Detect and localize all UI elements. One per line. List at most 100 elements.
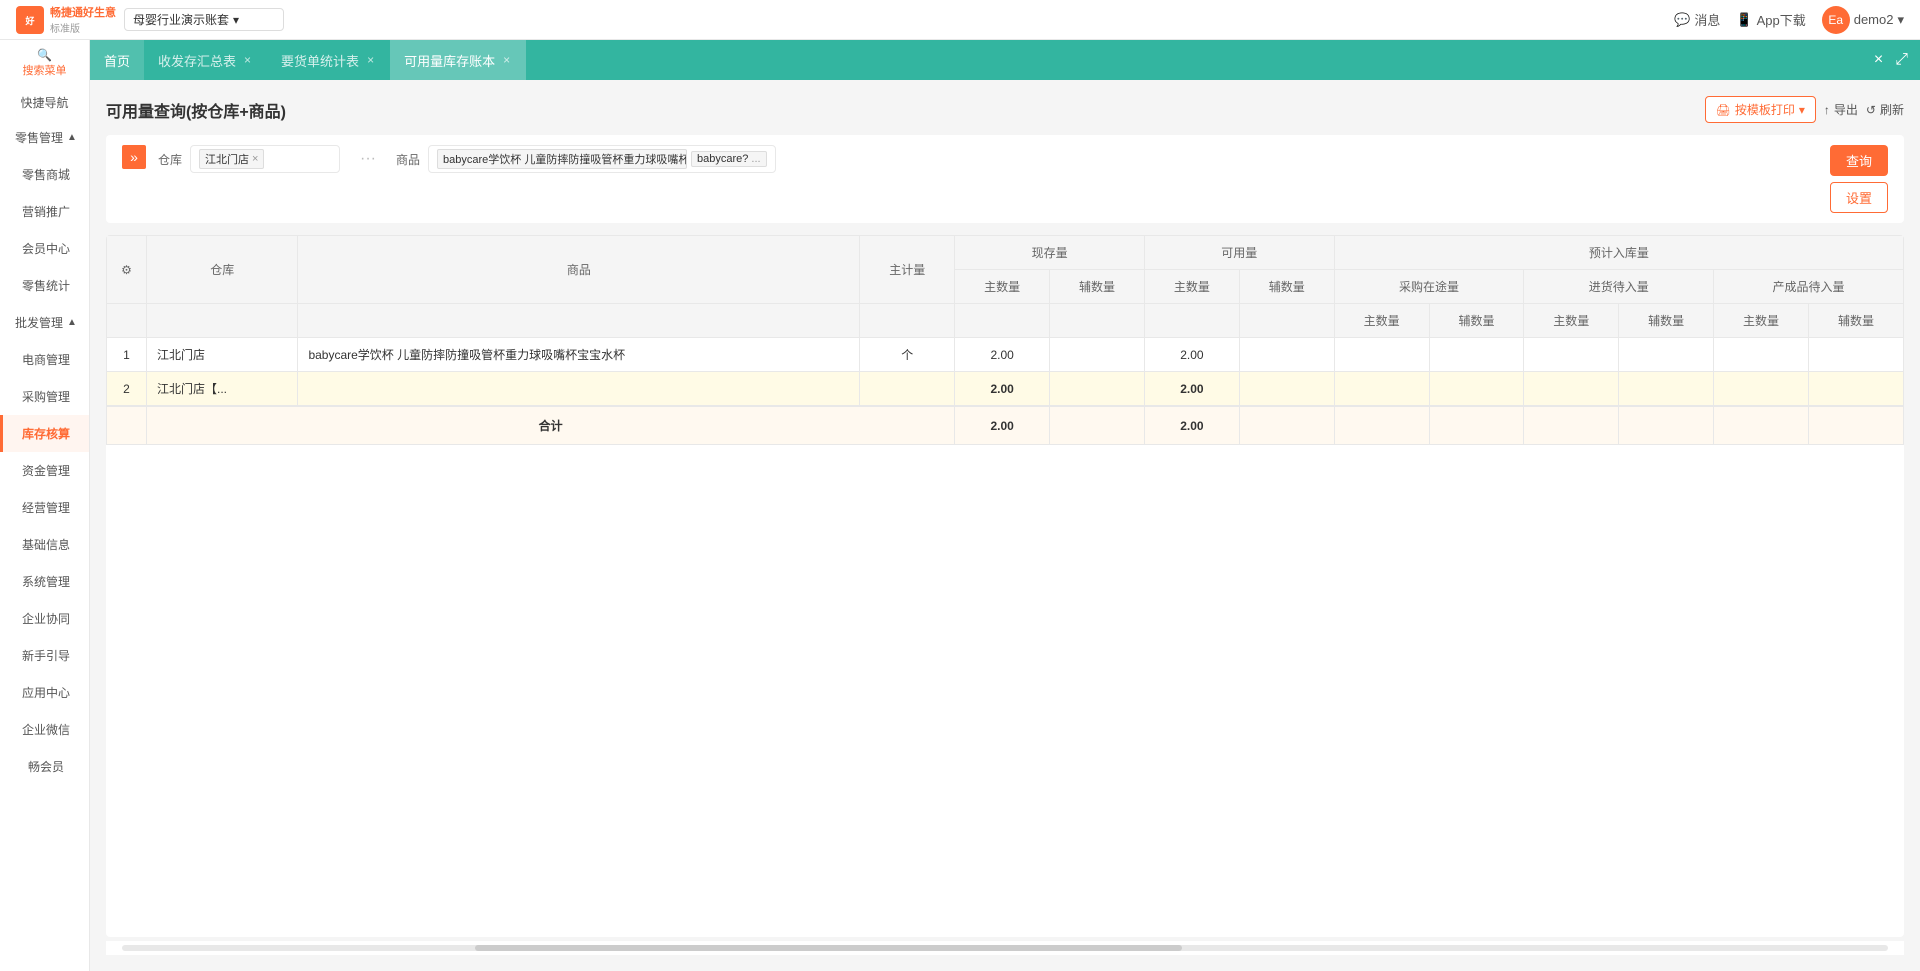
warehouse-input[interactable]: 江北门店 × <box>190 145 340 173</box>
sidebar-search[interactable]: 🔍 搜索菜单 <box>0 40 89 86</box>
product-filter: 商品 babycare学饮杯 儿童防摔防撞吸管杯重力球吸嘴杯宝宝水杯 × bab… <box>396 145 776 173</box>
row1-p3-aux <box>1808 338 1903 372</box>
empty-header-6 <box>1050 304 1145 338</box>
scroll-track[interactable] <box>122 945 1888 951</box>
tab-close-receive-summary[interactable]: × <box>242 51 253 69</box>
refresh-icon: ↺ <box>1866 103 1876 117</box>
settings-button[interactable]: 设置 <box>1830 182 1888 213</box>
sidebar-item-purchase[interactable]: 采购管理 <box>0 378 89 415</box>
product-tag2-close-icon[interactable]: ... <box>751 153 760 165</box>
sidebar-item-member2[interactable]: 畅会员 <box>0 748 89 785</box>
tab-window-actions: × ⤢ <box>1862 40 1920 80</box>
warehouse-tag: 江北门店 × <box>199 149 264 169</box>
sidebar-item-newbie[interactable]: 新手引导 <box>0 637 89 674</box>
sidebar-item-inventory[interactable]: 库存核算 <box>0 415 89 452</box>
sidebar-item-system[interactable]: 系统管理 <box>0 563 89 600</box>
export-button[interactable]: ↑ 导出 <box>1824 101 1858 118</box>
enterprise-selector[interactable]: 母婴行业演示账套 ▾ <box>124 8 284 31</box>
footer-empty1 <box>107 406 147 445</box>
sidebar-item-enterprise-wechat[interactable]: 企业微信 <box>0 711 89 748</box>
empty-header-3 <box>298 304 860 338</box>
sidebar-item-member[interactable]: 会员中心 <box>0 230 89 267</box>
page-title: 可用量查询(按仓库+商品) <box>106 98 286 122</box>
footer-p2-main <box>1524 406 1619 445</box>
row1-current-aux <box>1050 338 1145 372</box>
available-aux-qty-header: 辅数量 <box>1239 270 1334 304</box>
tag-close-icon[interactable]: × <box>252 153 258 165</box>
print-icon: 🖨 <box>1716 103 1731 117</box>
settings-col-header[interactable]: ⚙ <box>107 236 147 304</box>
table-row: 1 江北门店 babycare学饮杯 儿童防摔防撞吸管杯重力球吸嘴杯宝宝水杯 个… <box>107 338 1904 372</box>
logo-area: 好 畅捷通好生意 标准版 <box>16 4 116 35</box>
empty-header-1 <box>107 304 147 338</box>
planned-in-col-header: 预计入库量 <box>1334 236 1903 270</box>
empty-header-5 <box>955 304 1050 338</box>
sub-aux-qty-2: 辅数量 <box>1619 304 1714 338</box>
sub-main-qty-2: 主数量 <box>1524 304 1619 338</box>
tab-available-ledger[interactable]: 可用量库存账本 × <box>390 40 526 80</box>
tab-close-available-ledger[interactable]: × <box>501 51 512 69</box>
content-area: 首页 收发存汇总表 × 要货单统计表 × 可用量库存账本 × × ⤢ <box>90 40 1920 971</box>
sidebar-item-retail-shop[interactable]: 零售商城 <box>0 156 89 193</box>
message-button[interactable]: 💬 消息 <box>1674 10 1720 29</box>
table-footer-row: 合计 2.00 2.00 <box>107 406 1904 445</box>
product-input[interactable]: babycare学饮杯 儿童防摔防撞吸管杯重力球吸嘴杯宝宝水杯 × babyca… <box>428 145 776 173</box>
row2-p1-aux <box>1429 372 1524 407</box>
scroll-thumb[interactable] <box>475 945 1181 951</box>
empty-header-7 <box>1144 304 1239 338</box>
pending-receipt-header: 进货待入量 <box>1524 270 1714 304</box>
query-button[interactable]: 查询 <box>1830 145 1888 176</box>
filter-more-icon[interactable]: ··· <box>360 150 376 168</box>
avatar-image: Ea <box>1822 6 1850 34</box>
sidebar-item-operations[interactable]: 经营管理 <box>0 489 89 526</box>
main-layout: 🔍 搜索菜单 快捷导航 零售管理 ▲ 零售商城 营销推广 会员中心 零售统计 批… <box>0 40 1920 971</box>
row2-p3-aux <box>1808 372 1903 407</box>
tab-home[interactable]: 首页 <box>90 40 144 80</box>
tab-spacer <box>526 40 1862 80</box>
row2-current-aux <box>1050 372 1145 407</box>
sidebar-item-finance[interactable]: 资金管理 <box>0 452 89 489</box>
template-print-button[interactable]: 🖨 按模板打印 ▾ <box>1705 96 1816 123</box>
user-avatar[interactable]: Ea demo2 ▾ <box>1822 6 1904 34</box>
sub-main-qty-3: 主数量 <box>1714 304 1809 338</box>
sidebar-item-app-center[interactable]: 应用中心 <box>0 674 89 711</box>
sidebar-item-wholesale[interactable]: 批发管理 ▲ <box>0 304 89 341</box>
filter-expand-button[interactable]: » <box>122 145 146 169</box>
message-icon: 💬 <box>1674 12 1690 28</box>
row2-warehouse: 江北门店【... <box>147 372 298 407</box>
row1-p3-main <box>1714 338 1809 372</box>
refresh-button[interactable]: ↺ 刷新 <box>1866 101 1904 118</box>
row1-product: babycare学饮杯 儿童防摔防撞吸管杯重力球吸嘴杯宝宝水杯 <box>298 338 860 372</box>
page-content: 可用量查询(按仓库+商品) 🖨 按模板打印 ▾ ↑ 导出 ↺ 刷新 <box>90 80 1920 971</box>
row1-p2-main <box>1524 338 1619 372</box>
row1-unit: 个 <box>860 338 955 372</box>
current-aux-qty-header: 辅数量 <box>1050 270 1145 304</box>
footer-label: 合计 <box>147 406 955 445</box>
maximize-window-button[interactable]: ⤢ <box>1891 47 1912 73</box>
tab-receive-summary[interactable]: 收发存汇总表 × <box>144 40 267 80</box>
row2-p1-main <box>1334 372 1429 407</box>
download-icon: 📱 <box>1736 12 1752 28</box>
tab-order-stats[interactable]: 要货单统计表 × <box>267 40 390 80</box>
sidebar-quick-nav[interactable]: 快捷导航 <box>0 86 89 119</box>
row1-p1-main <box>1334 338 1429 372</box>
sidebar-item-retail-mgmt[interactable]: 零售管理 ▲ <box>0 119 89 156</box>
footer-available-aux <box>1239 406 1334 445</box>
product-col-header: 商品 <box>298 236 860 304</box>
row2-available-aux <box>1239 372 1334 407</box>
top-bar-left: 好 畅捷通好生意 标准版 母婴行业演示账套 ▾ <box>16 4 284 35</box>
sidebar-item-retail-stats[interactable]: 零售统计 <box>0 267 89 304</box>
sidebar-item-enterprise-collab[interactable]: 企业协同 <box>0 600 89 637</box>
close-window-button[interactable]: × <box>1870 47 1887 73</box>
sub-aux-qty-1: 辅数量 <box>1429 304 1524 338</box>
scroll-bar-area <box>106 941 1904 955</box>
sidebar-item-basics[interactable]: 基础信息 <box>0 526 89 563</box>
sidebar-item-ecommerce[interactable]: 电商管理 <box>0 341 89 378</box>
warehouse-col-header: 仓库 <box>147 236 298 304</box>
tab-close-order-stats[interactable]: × <box>365 51 376 69</box>
row2-product <box>298 372 860 407</box>
app-download-button[interactable]: 📱 App下载 <box>1736 10 1805 29</box>
sidebar-item-marketing[interactable]: 营销推广 <box>0 193 89 230</box>
table-container: ⚙ 仓库 商品 主计量 现存量 可用量 预计入库量 主数量 辅数量 <box>106 235 1904 937</box>
sidebar: 🔍 搜索菜单 快捷导航 零售管理 ▲ 零售商城 营销推广 会员中心 零售统计 批… <box>0 40 90 971</box>
